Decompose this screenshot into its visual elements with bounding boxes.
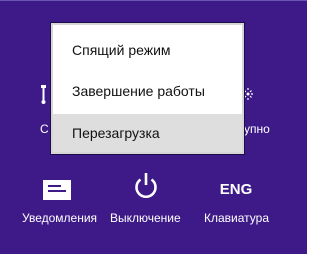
keyboard-label[interactable]: Клавиатура: [204, 211, 269, 225]
notifications-label[interactable]: Уведомления: [22, 211, 97, 225]
network-icon[interactable]: [38, 83, 50, 105]
settings-pane: С упно Спящий режим Завершение работы Пе…: [0, 0, 307, 254]
power-label[interactable]: Выключение: [110, 211, 181, 225]
notification-icon[interactable]: [43, 180, 71, 200]
power-icon[interactable]: [131, 171, 161, 201]
menu-item-shutdown[interactable]: Завершение работы: [53, 72, 242, 110]
power-menu: Спящий режим Завершение работы Перезагру…: [51, 23, 244, 154]
availability-label-partial: упно: [244, 122, 270, 136]
menu-item-restart[interactable]: Перезагрузка: [53, 114, 242, 152]
keyboard-layout-indicator[interactable]: ENG: [214, 179, 258, 199]
menu-item-sleep[interactable]: Спящий режим: [53, 31, 242, 69]
network-label-partial: С: [40, 122, 49, 136]
